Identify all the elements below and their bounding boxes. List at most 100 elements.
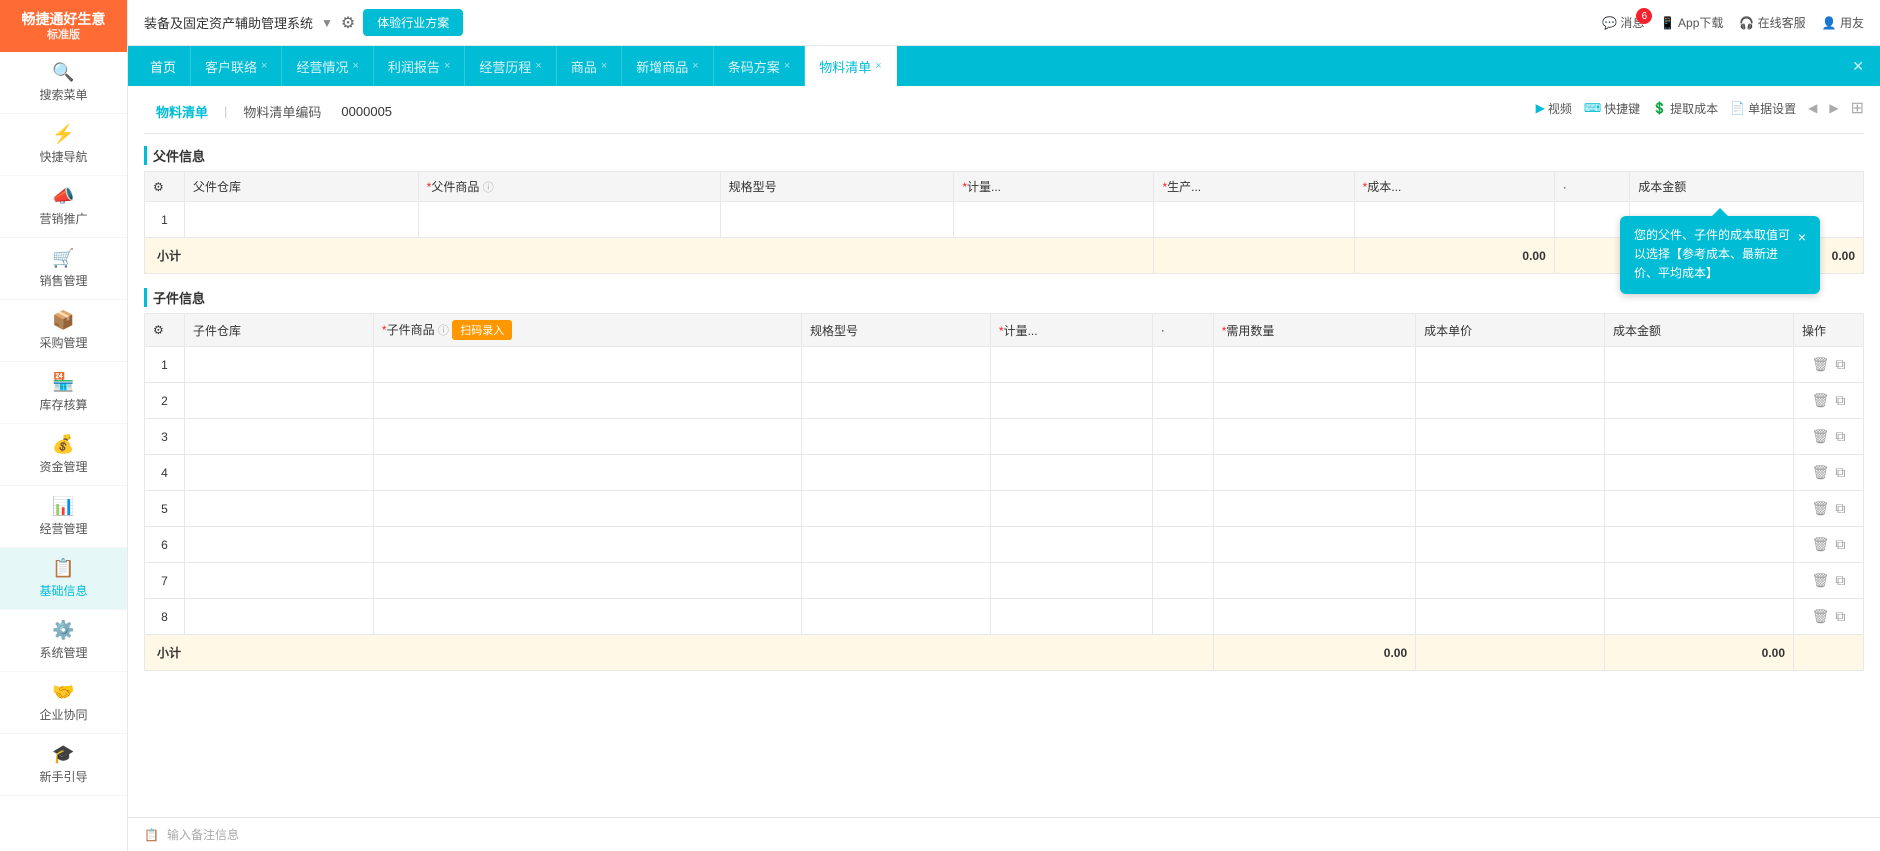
copy-icon-row-6[interactable]: ⧉ [1835, 536, 1845, 553]
parent-row-1-cost[interactable] [1354, 202, 1554, 238]
child-row-2-unit[interactable] [990, 383, 1152, 419]
child-row-4-more[interactable] [1152, 455, 1213, 491]
extract-cost-button[interactable]: 💲 提取成本 [1652, 100, 1718, 117]
copy-icon-row-3[interactable]: ⧉ [1835, 428, 1845, 445]
child-row-8-more[interactable] [1152, 599, 1213, 635]
delete-icon-row-7[interactable]: 🗑 [1812, 572, 1830, 589]
child-row-7-more[interactable] [1152, 563, 1213, 599]
copy-icon-row-4[interactable]: ⧉ [1835, 464, 1845, 481]
child-row-4-spec[interactable] [802, 455, 991, 491]
child-row-4-cost-unit[interactable] [1416, 455, 1605, 491]
scan-button[interactable]: 扫码录入 [452, 320, 512, 340]
child-row-1-cost-unit[interactable] [1416, 347, 1605, 383]
child-row-7-cost-unit[interactable] [1416, 563, 1605, 599]
nav-tab-close-customer[interactable]: × [261, 60, 267, 72]
child-row-3-spec[interactable] [802, 419, 991, 455]
gear-icon[interactable]: ⚙ [341, 13, 355, 33]
child-row-4-warehouse[interactable] [185, 455, 374, 491]
shortcut-button[interactable]: ⌨ 快捷键 [1584, 100, 1640, 117]
copy-icon-row-5[interactable]: ⧉ [1835, 500, 1845, 517]
child-row-7-quantity[interactable] [1213, 563, 1415, 599]
delete-icon-row-8[interactable]: 🗑 [1812, 608, 1830, 625]
parent-row-1-product[interactable] [418, 202, 720, 238]
child-row-5-cost-unit[interactable] [1416, 491, 1605, 527]
nav-tab-profit[interactable]: 利润报告× [374, 46, 465, 86]
child-row-7-warehouse[interactable] [185, 563, 374, 599]
child-row-7-spec[interactable] [802, 563, 991, 599]
child-row-5-warehouse[interactable] [185, 491, 374, 527]
child-row-5-unit[interactable] [990, 491, 1152, 527]
copy-icon-row-2[interactable]: ⧉ [1835, 392, 1845, 409]
user-button[interactable]: 👤 用友 [1822, 14, 1864, 31]
child-row-5-quantity[interactable] [1213, 491, 1415, 527]
parent-row-1-spec[interactable] [720, 202, 954, 238]
single-setting-button[interactable]: 📄 单据设置 [1730, 100, 1796, 117]
parent-row-1-warehouse[interactable] [185, 202, 419, 238]
message-button[interactable]: 💬 消息 6 [1602, 14, 1644, 31]
nav-tab-barcode[interactable]: 条码方案× [714, 46, 805, 86]
child-row-1-product[interactable] [373, 347, 801, 383]
child-row-3-product[interactable] [373, 419, 801, 455]
child-row-3-more[interactable] [1152, 419, 1213, 455]
child-row-6-product[interactable] [373, 527, 801, 563]
child-col-settings[interactable]: ⚙ [145, 314, 185, 347]
child-row-1-quantity[interactable] [1213, 347, 1415, 383]
child-row-1-spec[interactable] [802, 347, 991, 383]
child-row-6-cost-unit[interactable] [1416, 527, 1605, 563]
child-row-6-unit[interactable] [990, 527, 1152, 563]
child-row-2-quantity[interactable] [1213, 383, 1415, 419]
child-row-8-warehouse[interactable] [185, 599, 374, 635]
close-all-tabs-icon[interactable]: ✕ [1844, 58, 1872, 75]
delete-icon-row-1[interactable]: 🗑 [1812, 356, 1830, 373]
child-row-8-product[interactable] [373, 599, 801, 635]
child-row-6-more[interactable] [1152, 527, 1213, 563]
child-row-8-spec[interactable] [802, 599, 991, 635]
delete-icon-row-5[interactable]: 🗑 [1812, 500, 1830, 517]
sidebar-item-finance[interactable]: 💰资金管理 [0, 424, 127, 486]
child-row-5-spec[interactable] [802, 491, 991, 527]
child-row-7-unit[interactable] [990, 563, 1152, 599]
child-row-3-cost-unit[interactable] [1416, 419, 1605, 455]
child-row-2-spec[interactable] [802, 383, 991, 419]
nav-tab-bom[interactable]: 物料清单× [805, 46, 896, 86]
child-row-5-product[interactable] [373, 491, 801, 527]
nav-tab-home[interactable]: 首页 [136, 46, 191, 86]
child-row-3-warehouse[interactable] [185, 419, 374, 455]
child-row-4-quantity[interactable] [1213, 455, 1415, 491]
child-row-5-more[interactable] [1152, 491, 1213, 527]
online-service-button[interactable]: 🎧 在线客服 [1739, 14, 1805, 31]
nav-right-icon[interactable]: ▶ [1829, 101, 1838, 115]
parent-row-1-produce[interactable] [1154, 202, 1354, 238]
note-text[interactable]: 输入备注信息 [167, 826, 239, 843]
sidebar-item-quick-nav[interactable]: ⚡快捷导航 [0, 114, 127, 176]
child-row-2-product[interactable] [373, 383, 801, 419]
parent-row-1-more[interactable] [1554, 202, 1629, 238]
sidebar-item-enterprise[interactable]: 🤝企业协同 [0, 672, 127, 734]
child-row-1-more[interactable] [1152, 347, 1213, 383]
nav-tab-close-new-product[interactable]: × [692, 60, 698, 72]
copy-icon-row-1[interactable]: ⧉ [1835, 356, 1845, 373]
delete-icon-row-4[interactable]: 🗑 [1812, 464, 1830, 481]
tooltip-close-button[interactable]: × [1798, 226, 1806, 248]
child-row-6-quantity[interactable] [1213, 527, 1415, 563]
parent-row-1-unit[interactable] [954, 202, 1154, 238]
sub-tab-bom-list[interactable]: 物料清单 [144, 98, 220, 125]
sidebar-item-system[interactable]: ⚙️系统管理 [0, 610, 127, 672]
child-row-1-unit[interactable] [990, 347, 1152, 383]
view-button[interactable]: ▶ 视频 [1536, 100, 1572, 117]
app-download-button[interactable]: 📱 App下载 [1660, 14, 1723, 31]
child-row-3-unit[interactable] [990, 419, 1152, 455]
nav-tab-close-profit[interactable]: × [444, 60, 450, 72]
delete-icon-row-3[interactable]: 🗑 [1812, 428, 1830, 445]
nav-tab-process[interactable]: 经营历程× [465, 46, 556, 86]
child-row-6-spec[interactable] [802, 527, 991, 563]
nav-tab-products[interactable]: 商品× [557, 46, 622, 86]
child-row-2-more[interactable] [1152, 383, 1213, 419]
delete-icon-row-6[interactable]: 🗑 [1812, 536, 1830, 553]
sidebar-item-search[interactable]: 🔍搜索菜单 [0, 52, 127, 114]
nav-tab-close-barcode[interactable]: × [784, 60, 790, 72]
child-row-3-quantity[interactable] [1213, 419, 1415, 455]
sidebar-item-marketing[interactable]: 📣营销推广 [0, 176, 127, 238]
sidebar-item-sales[interactable]: 🛒销售管理 [0, 238, 127, 300]
copy-icon-row-8[interactable]: ⧉ [1835, 608, 1845, 625]
